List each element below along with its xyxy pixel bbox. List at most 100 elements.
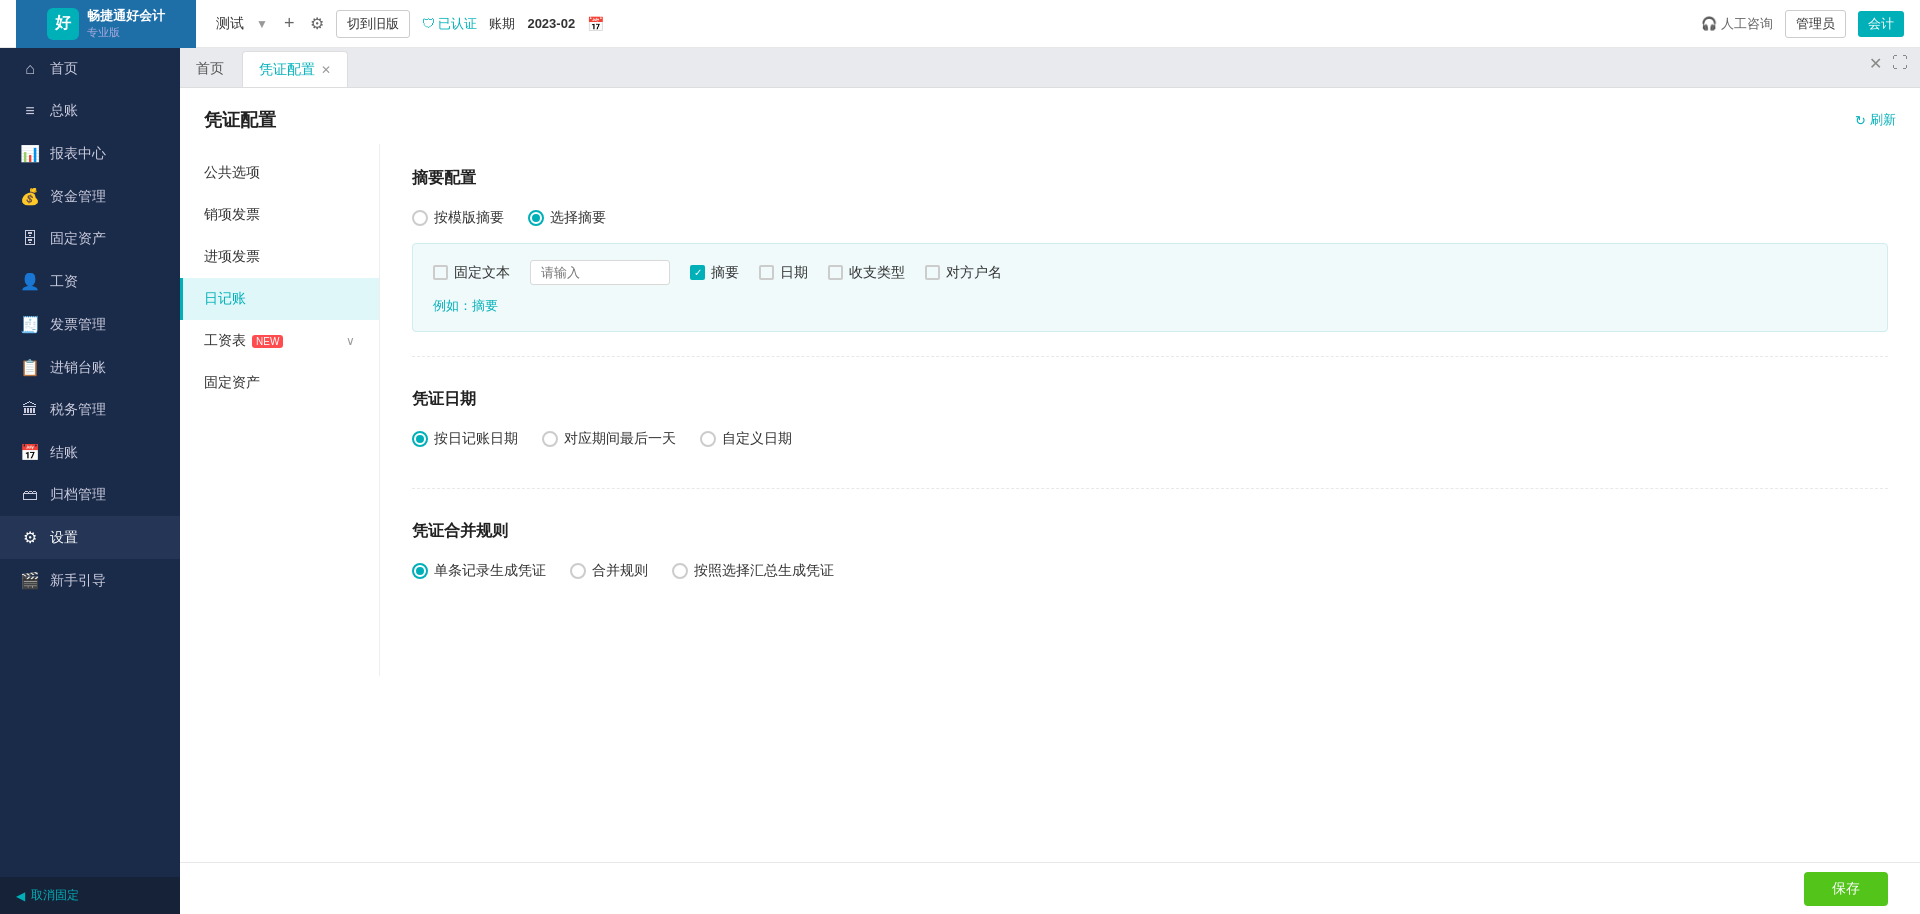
page-title: 凭证配置 [204, 108, 276, 132]
radio-batch[interactable]: 按照选择汇总生成凭证 [672, 562, 834, 580]
admin-button[interactable]: 管理员 [1785, 10, 1846, 38]
left-nav-purchase-invoice[interactable]: 进项发票 [180, 236, 379, 278]
checkbox-fixed-text-box [433, 265, 448, 280]
radio-select-circle [528, 210, 544, 226]
shield-icon: 🛡 [422, 16, 435, 31]
merge-rules-radio-group: 单条记录生成凭证 合并规则 按照选择汇总生成凭证 [412, 562, 1888, 580]
app-logo-text: 畅捷通好会计 专业版 [87, 7, 165, 40]
right-content: 摘要配置 按模版摘要 选择摘要 [380, 144, 1920, 676]
trade-icon: 📋 [20, 358, 40, 377]
left-nav-fixed-assets[interactable]: 固定资产 [180, 362, 379, 404]
checkbox-summary-box: ✓ [690, 265, 705, 280]
example-text: 例如：摘要 [433, 297, 1867, 315]
tab-voucher-config[interactable]: 凭证配置 ✕ [242, 51, 348, 87]
fund-icon: 💰 [20, 187, 40, 206]
two-col-layout: 公共选项 销项发票 进项发票 日记账 工资表 NEW [180, 144, 1920, 676]
radio-select[interactable]: 选择摘要 [528, 209, 606, 227]
checkbox-fixed-text[interactable]: 固定文本 [433, 264, 510, 282]
close-tab-icon[interactable]: ✕ [1869, 54, 1882, 73]
left-nav-sales-invoice[interactable]: 销项发票 [180, 194, 379, 236]
archive-icon: 🗃 [20, 486, 40, 504]
period-label: 账期 [489, 15, 515, 33]
calendar-icon[interactable]: 📅 [587, 16, 604, 32]
tab-close-icon[interactable]: ✕ [321, 63, 331, 77]
sidebar-item-report[interactable]: 📊 报表中心 [0, 132, 180, 175]
app-logo-icon: 好 [47, 8, 79, 40]
radio-by-journal-date-circle [412, 431, 428, 447]
sidebar-item-tax[interactable]: 🏛 税务管理 [0, 389, 180, 431]
add-icon[interactable]: + [284, 13, 295, 34]
top-header: 好 畅捷通好会计 专业版 测试 ▼ + ⚙ 切到旧版 🛡 已认证 账期 2023… [0, 0, 1920, 48]
ledger-icon: ≡ [20, 102, 40, 120]
radio-last-day-circle [542, 431, 558, 447]
headset-icon: 🎧 [1701, 16, 1717, 31]
sidebar-item-invoice[interactable]: 🧾 发票管理 [0, 303, 180, 346]
radio-single-circle [412, 563, 428, 579]
radio-merge[interactable]: 合并规则 [570, 562, 648, 580]
radio-template-circle [412, 210, 428, 226]
period-value: 2023-02 [527, 16, 575, 31]
cancel-fixed-button[interactable]: ◀ 取消固定 [0, 877, 180, 914]
sidebar-item-ledger[interactable]: ≡ 总账 [0, 90, 180, 132]
sidebar-item-settings[interactable]: ⚙ 设置 [0, 516, 180, 559]
save-button[interactable]: 保存 [1804, 872, 1888, 906]
chevron-down-icon: ∨ [346, 334, 355, 348]
checkbox-summary[interactable]: ✓ 摘要 [690, 264, 739, 282]
sidebar-item-guide[interactable]: 🎬 新手引导 [0, 559, 180, 602]
left-nav-journal[interactable]: 日记账 [180, 278, 379, 320]
pin-icon: ◀ [16, 889, 25, 903]
checkbox-date[interactable]: 日期 [759, 264, 808, 282]
consult-button[interactable]: 🎧 人工咨询 [1701, 15, 1773, 33]
checkbox-income-type[interactable]: 收支类型 [828, 264, 905, 282]
checkbox-counter-name-box [925, 265, 940, 280]
refresh-icon: ↻ [1855, 113, 1866, 128]
radio-last-day[interactable]: 对应期间最后一天 [542, 430, 676, 448]
sidebar-item-fund[interactable]: 💰 资金管理 [0, 175, 180, 218]
radio-template[interactable]: 按模版摘要 [412, 209, 504, 227]
radio-custom-date[interactable]: 自定义日期 [700, 430, 792, 448]
workspace-name: 测试 [216, 15, 244, 33]
tab-bar: 首页 凭证配置 ✕ ✕ ⛶ [180, 48, 1920, 88]
certified-badge: 🛡 已认证 [422, 15, 477, 33]
sidebar-item-close[interactable]: 📅 结账 [0, 431, 180, 474]
settings-menu-icon: ⚙ [20, 528, 40, 547]
workspace-arrow-icon[interactable]: ▼ [256, 17, 268, 31]
refresh-button[interactable]: ↻ 刷新 [1855, 111, 1896, 129]
voucher-date-title: 凭证日期 [412, 389, 1888, 410]
tax-icon: 🏛 [20, 401, 40, 419]
close-period-icon: 📅 [20, 443, 40, 462]
checkbox-counter-name[interactable]: 对方户名 [925, 264, 1002, 282]
sidebar-item-home[interactable]: ⌂ 首页 [0, 48, 180, 90]
tab-bar-actions: ✕ ⛶ [1869, 54, 1908, 73]
sidebar-item-asset[interactable]: 🗄 固定资产 [0, 218, 180, 260]
asset-icon: 🗄 [20, 230, 40, 248]
sidebar-item-salary[interactable]: 👤 工资 [0, 260, 180, 303]
page-content: 凭证配置 ↻ 刷新 公共选项 销项发票 [180, 88, 1920, 862]
fixed-text-input[interactable] [530, 260, 670, 285]
invoice-icon: 🧾 [20, 315, 40, 334]
left-nav: 公共选项 销项发票 进项发票 日记账 工资表 NEW [180, 144, 380, 676]
accountant-button[interactable]: 会计 [1858, 11, 1904, 37]
tab-home[interactable]: 首页 [180, 51, 240, 87]
content-area: 首页 凭证配置 ✕ ✕ ⛶ 凭证配置 ↻ 刷新 [180, 48, 1920, 914]
radio-single[interactable]: 单条记录生成凭证 [412, 562, 546, 580]
sidebar-item-trade[interactable]: 📋 进销台账 [0, 346, 180, 389]
merge-rules-section: 凭证合并规则 单条记录生成凭证 合并规则 [412, 521, 1888, 620]
radio-by-journal-date[interactable]: 按日记账日期 [412, 430, 518, 448]
checkbox-income-type-box [828, 265, 843, 280]
left-nav-payroll[interactable]: 工资表 NEW ∨ [180, 320, 379, 362]
left-nav-public[interactable]: 公共选项 [180, 152, 379, 194]
voucher-date-radio-group: 按日记账日期 对应期间最后一天 自定义日期 [412, 430, 1888, 448]
summary-options: 固定文本 ✓ 摘要 日期 [433, 260, 1867, 285]
summary-radio-group: 按模版摘要 选择摘要 [412, 209, 1888, 227]
sidebar: ⌂ 首页 ≡ 总账 📊 报表中心 💰 资金管理 🗄 固定资产 👤 工资 [0, 48, 180, 914]
radio-custom-date-circle [700, 431, 716, 447]
salary-icon: 👤 [20, 272, 40, 291]
expand-icon[interactable]: ⛶ [1892, 54, 1908, 73]
settings-icon[interactable]: ⚙ [310, 14, 324, 33]
guide-icon: 🎬 [20, 571, 40, 590]
switch-old-button[interactable]: 切到旧版 [336, 10, 410, 38]
sidebar-item-archive[interactable]: 🗃 归档管理 [0, 474, 180, 516]
voucher-date-section: 凭证日期 按日记账日期 对应期间最后一天 [412, 389, 1888, 489]
summary-section-title: 摘要配置 [412, 168, 1888, 189]
